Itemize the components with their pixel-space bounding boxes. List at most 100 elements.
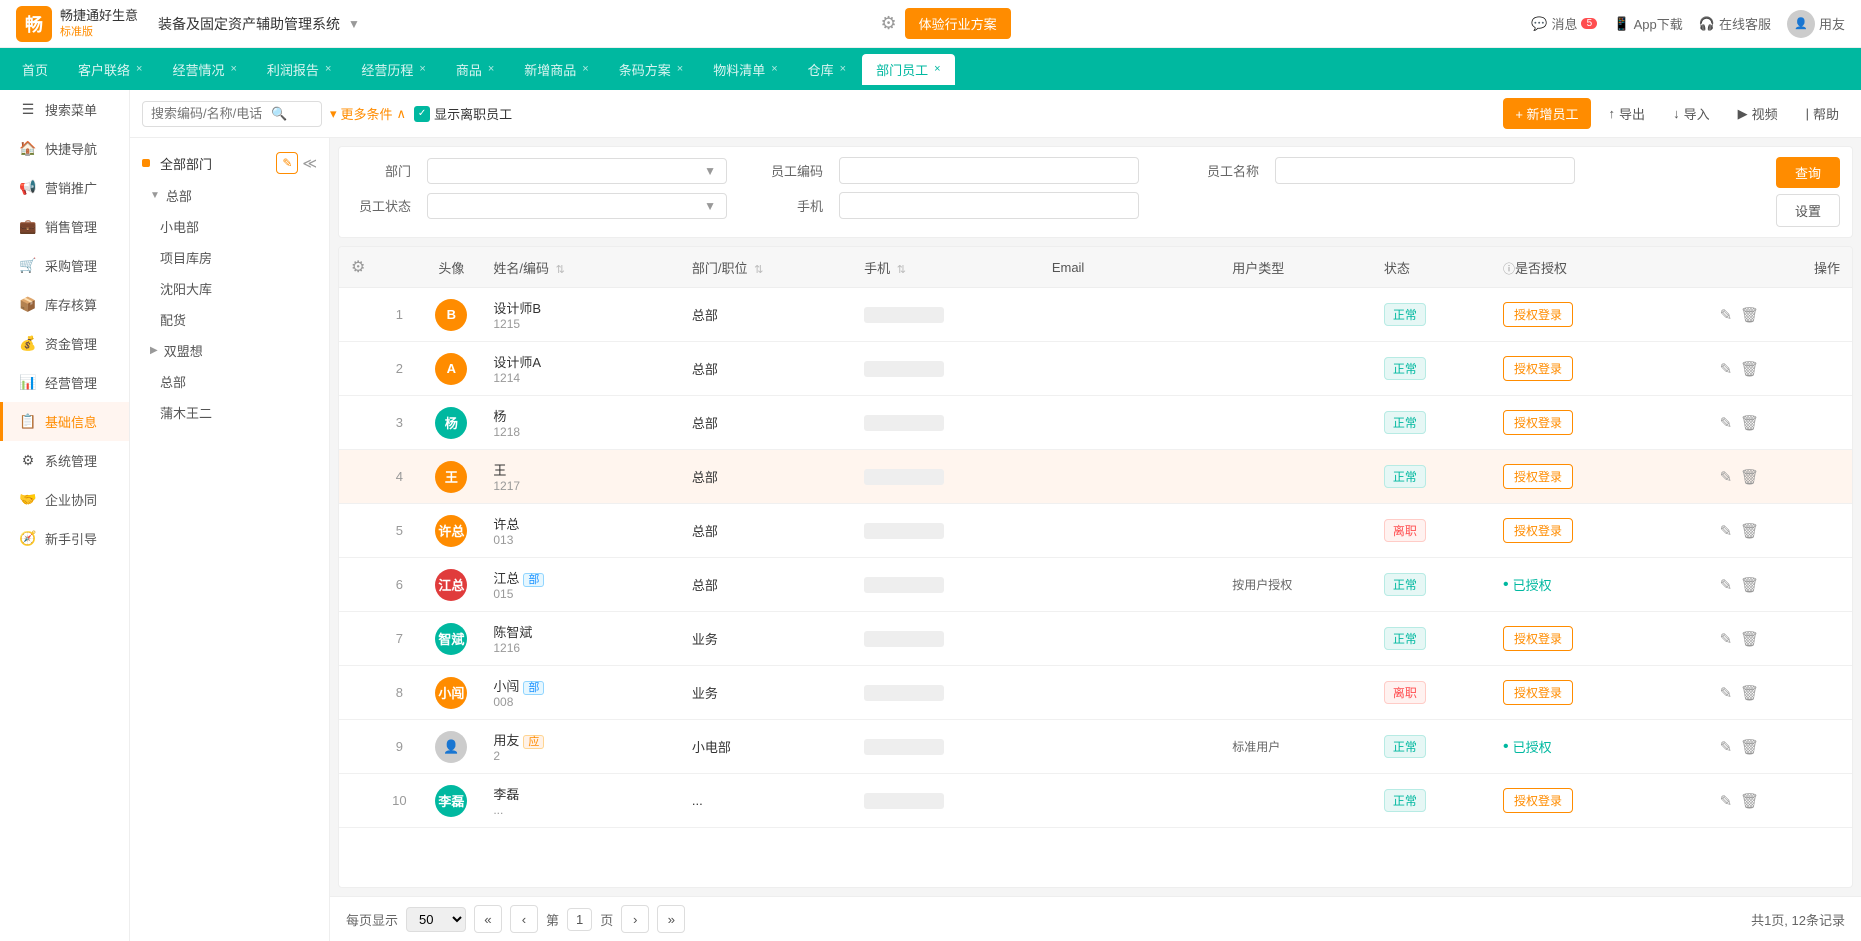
delete-icon[interactable]: 🗑 bbox=[1740, 360, 1759, 378]
edit-icon[interactable]: ✎ bbox=[1720, 630, 1733, 648]
next-page-button[interactable]: › bbox=[621, 905, 649, 933]
query-button[interactable]: 查询 bbox=[1776, 157, 1840, 188]
sidebar-item-finance[interactable]: 💰 资金管理 bbox=[0, 324, 129, 363]
delete-icon[interactable]: 🗑 bbox=[1740, 684, 1759, 702]
edit-icon[interactable]: ✎ bbox=[1720, 576, 1733, 594]
edit-icon[interactable]: ✎ bbox=[1720, 360, 1733, 378]
dept-node-zongbu2[interactable]: 总部 bbox=[130, 366, 329, 397]
export-button[interactable]: ↑ 导出 bbox=[1599, 99, 1656, 128]
page-size-select[interactable]: 50 100 200 bbox=[406, 907, 466, 932]
delete-icon[interactable]: 🗑 bbox=[1740, 630, 1759, 648]
tab-employees-close[interactable]: × bbox=[934, 63, 940, 75]
last-page-button[interactable]: » bbox=[657, 905, 685, 933]
emp-status-filter-select[interactable]: ▼ bbox=[427, 193, 727, 219]
tab-customer[interactable]: 客户联络 × bbox=[64, 54, 156, 85]
tab-barcode[interactable]: 条码方案 × bbox=[605, 54, 697, 85]
auth-login-button[interactable]: 授权登录 bbox=[1503, 410, 1573, 435]
sidebar-item-shortcut[interactable]: 🏠 快捷导航 bbox=[0, 129, 129, 168]
auth-login-button[interactable]: 授权登录 bbox=[1503, 680, 1573, 705]
trial-button[interactable]: 体验行业方案 bbox=[905, 8, 1011, 39]
show-inactive-toggle[interactable]: ✓ 显示离职员工 bbox=[414, 104, 512, 123]
user-btn[interactable]: 👤 用友 bbox=[1787, 10, 1845, 38]
tab-operations-close[interactable]: × bbox=[230, 63, 236, 75]
dept-node-xiaodian[interactable]: 小电部 bbox=[130, 211, 329, 242]
reset-button[interactable]: 设置 bbox=[1776, 194, 1840, 227]
dept-node-peihuo[interactable]: 配货 bbox=[130, 304, 329, 335]
auth-login-button[interactable]: 授权登录 bbox=[1503, 788, 1573, 813]
search-input[interactable] bbox=[151, 106, 271, 121]
dept-filter-select[interactable]: ▼ bbox=[427, 158, 727, 184]
dept-collapse-button[interactable]: ≪ bbox=[302, 155, 317, 172]
edit-icon[interactable]: ✎ bbox=[1720, 792, 1733, 810]
dept-node-pumuwang[interactable]: 蒲木王二 bbox=[130, 397, 329, 428]
tab-warehouse-close[interactable]: × bbox=[840, 63, 846, 75]
tab-goods[interactable]: 商品 × bbox=[442, 54, 508, 85]
sidebar-item-basic[interactable]: 📋 基础信息 bbox=[0, 402, 129, 441]
edit-icon[interactable]: ✎ bbox=[1720, 738, 1733, 756]
emp-code-input[interactable] bbox=[839, 157, 1139, 184]
delete-icon[interactable]: 🗑 bbox=[1740, 738, 1759, 756]
sidebar-item-enterprise[interactable]: 🤝 企业协同 bbox=[0, 480, 129, 519]
auth-login-button[interactable]: 授权登录 bbox=[1503, 302, 1573, 327]
sidebar-item-purchase[interactable]: 🛒 采购管理 bbox=[0, 246, 129, 285]
dept-node-zonbu[interactable]: ▼ 总部 bbox=[130, 180, 329, 211]
tab-barcode-close[interactable]: × bbox=[677, 63, 683, 75]
phone-sort-icon[interactable]: ⇅ bbox=[897, 264, 906, 276]
edit-icon[interactable]: ✎ bbox=[1720, 522, 1733, 540]
tab-home[interactable]: 首页 bbox=[8, 54, 62, 85]
sidebar-item-search[interactable]: ☰ 搜索菜单 bbox=[0, 90, 129, 129]
first-page-button[interactable]: « bbox=[474, 905, 502, 933]
message-btn[interactable]: 💬 消息 5 bbox=[1531, 14, 1597, 33]
edit-icon[interactable]: ✎ bbox=[1720, 684, 1733, 702]
delete-icon[interactable]: 🗑 bbox=[1740, 576, 1759, 594]
edit-icon[interactable]: ✎ bbox=[1720, 306, 1733, 324]
help-button[interactable]: | 帮助 bbox=[1796, 99, 1849, 128]
more-conditions-btn[interactable]: ▾ 更多条件 ∧ bbox=[330, 104, 406, 123]
tab-operations[interactable]: 经营情况 × bbox=[158, 54, 250, 85]
add-employee-button[interactable]: + 新增员工 bbox=[1503, 98, 1590, 129]
view-button[interactable]: ▶ 视频 bbox=[1728, 99, 1788, 128]
app-download-btn[interactable]: 📱 App下载 bbox=[1613, 14, 1682, 33]
auth-login-button[interactable]: 授权登录 bbox=[1503, 626, 1573, 651]
dept-node-xiangmu[interactable]: 项目库房 bbox=[130, 242, 329, 273]
tab-history-close[interactable]: × bbox=[419, 63, 425, 75]
table-settings-icon[interactable]: ⚙ bbox=[351, 259, 365, 276]
sidebar-item-guide[interactable]: 🧭 新手引导 bbox=[0, 519, 129, 558]
dept-sort-icon[interactable]: ⇅ bbox=[754, 264, 763, 276]
online-service-btn[interactable]: 🎧 在线客服 bbox=[1699, 14, 1771, 33]
tab-profit-close[interactable]: × bbox=[325, 63, 331, 75]
prev-page-button[interactable]: ‹ bbox=[510, 905, 538, 933]
sidebar-item-sales[interactable]: 💼 销售管理 bbox=[0, 207, 129, 246]
delete-icon[interactable]: 🗑 bbox=[1740, 306, 1759, 324]
name-sort-icon[interactable]: ⇅ bbox=[556, 264, 565, 276]
tab-history[interactable]: 经营历程 × bbox=[347, 54, 439, 85]
auth-login-button[interactable]: 授权登录 bbox=[1503, 518, 1573, 543]
edit-icon[interactable]: ✎ bbox=[1720, 414, 1733, 432]
delete-icon[interactable]: 🗑 bbox=[1740, 414, 1759, 432]
sidebar-item-marketing[interactable]: 📢 营销推广 bbox=[0, 168, 129, 207]
delete-icon[interactable]: 🗑 bbox=[1740, 792, 1759, 810]
sidebar-item-inventory[interactable]: 📦 库存核算 bbox=[0, 285, 129, 324]
delete-icon[interactable]: 🗑 bbox=[1740, 522, 1759, 540]
dept-edit-button[interactable]: ✎ bbox=[276, 152, 298, 174]
dropdown-arrow-icon[interactable]: ▼ bbox=[348, 17, 360, 31]
dept-node-shuangmeng[interactable]: ▶ 双盟想 bbox=[130, 335, 329, 366]
tab-customer-close[interactable]: × bbox=[136, 63, 142, 75]
auth-login-button[interactable]: 授权登录 bbox=[1503, 464, 1573, 489]
emp-name-input[interactable] bbox=[1275, 157, 1575, 184]
sidebar-item-system[interactable]: ⚙ 系统管理 bbox=[0, 441, 129, 480]
phone-input[interactable] bbox=[839, 192, 1139, 219]
delete-icon[interactable]: 🗑 bbox=[1740, 468, 1759, 486]
tab-warehouse[interactable]: 仓库 × bbox=[794, 54, 860, 85]
import-button[interactable]: ↓ 导入 bbox=[1663, 99, 1720, 128]
tab-add-goods-close[interactable]: × bbox=[582, 63, 588, 75]
tab-goods-close[interactable]: × bbox=[488, 63, 494, 75]
sidebar-item-operations[interactable]: 📊 经营管理 bbox=[0, 363, 129, 402]
dept-node-shenyang[interactable]: 沈阳大库 bbox=[130, 273, 329, 304]
auth-login-button[interactable]: 授权登录 bbox=[1503, 356, 1573, 381]
tab-bom[interactable]: 物料清单 × bbox=[699, 54, 791, 85]
tab-profit[interactable]: 利润报告 × bbox=[253, 54, 345, 85]
tab-add-goods[interactable]: 新增商品 × bbox=[510, 54, 602, 85]
tab-bom-close[interactable]: × bbox=[771, 63, 777, 75]
gear-icon[interactable]: ⚙ bbox=[881, 13, 897, 34]
